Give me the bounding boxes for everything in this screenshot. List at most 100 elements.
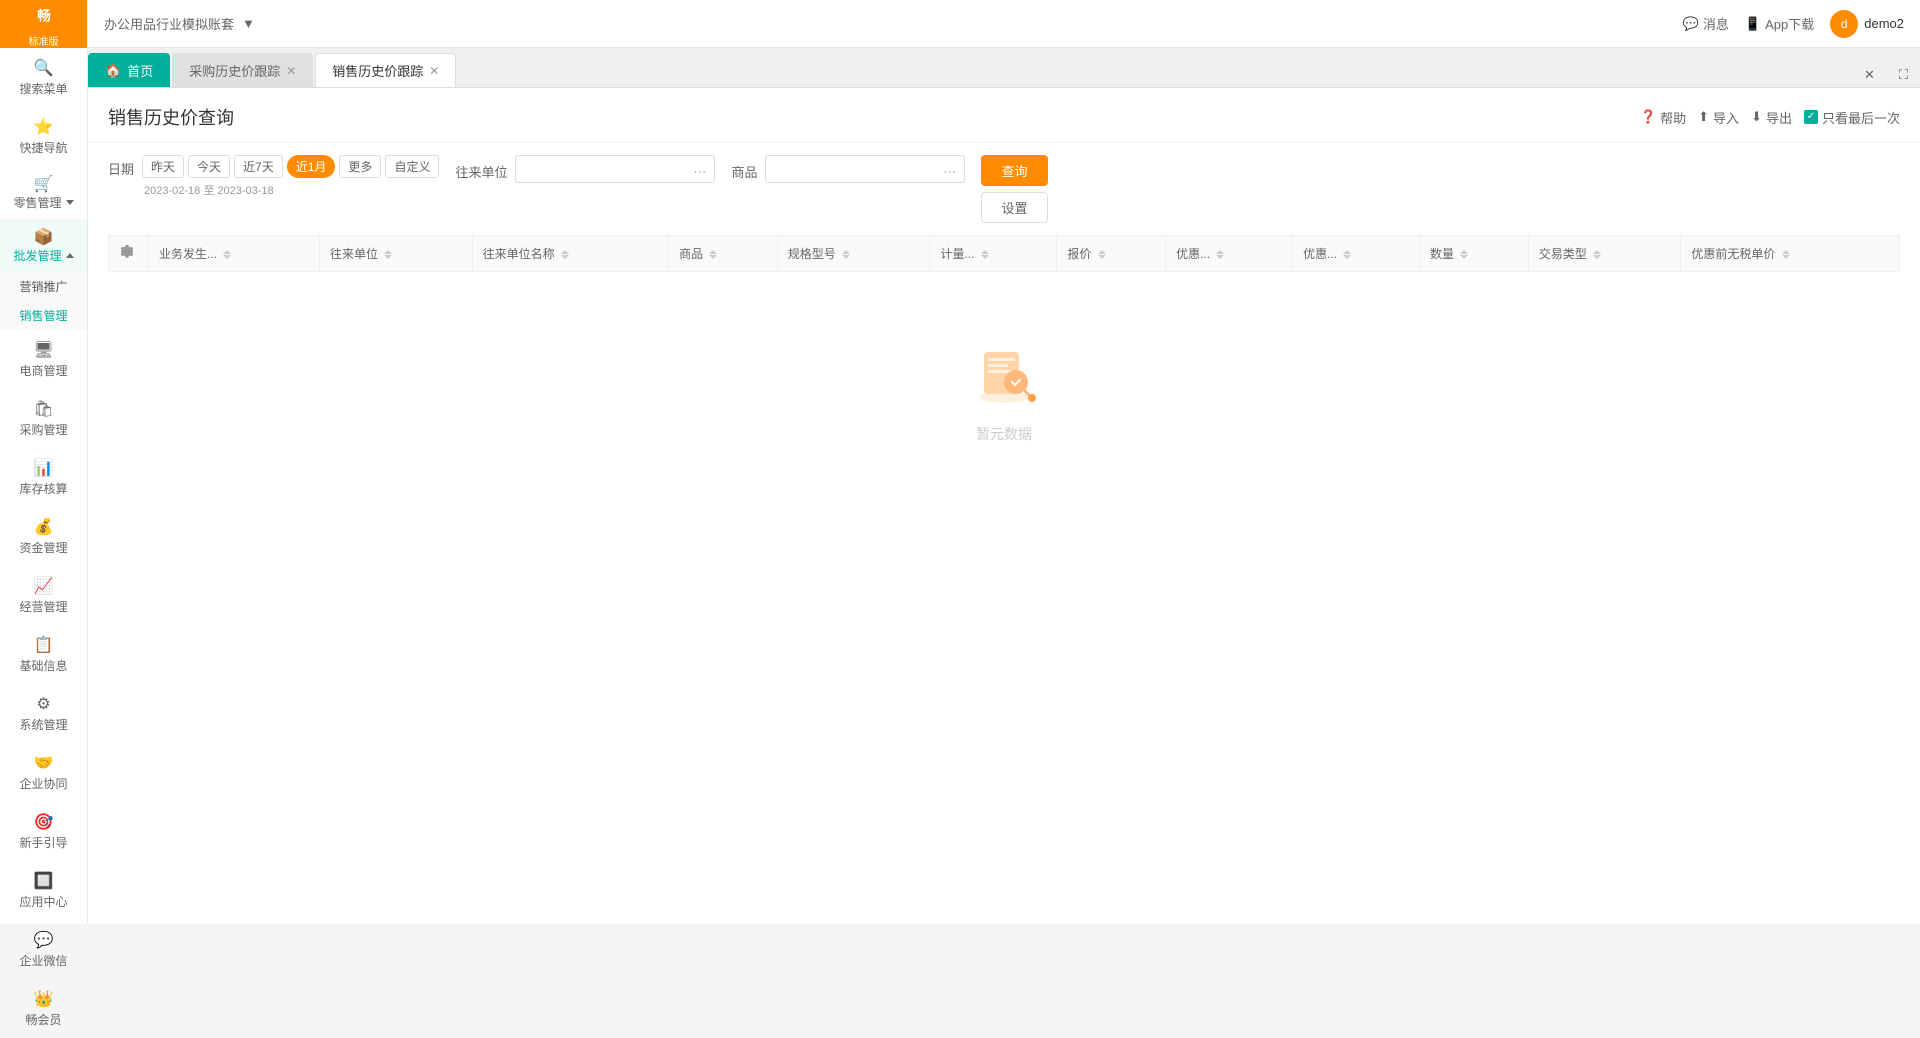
- sort-discount2-icon: [1343, 250, 1351, 259]
- tab-sales-history[interactable]: 销售历史价跟踪 ✕: [315, 53, 456, 87]
- filter-btn-group: 查询 设置: [981, 155, 1047, 223]
- sidebar-item-sales-mgmt[interactable]: 销售管理: [0, 301, 87, 330]
- sidebar-operations-label: 经营管理: [4, 598, 83, 615]
- page-title: 销售历史价查询: [108, 104, 234, 130]
- avatar-initial: d: [1841, 17, 1848, 31]
- sidebar-item-operations[interactable]: 📈 经营管理: [0, 566, 87, 625]
- sidebar-item-ecommerce[interactable]: 🖥 电商管理: [0, 330, 87, 389]
- tab-home[interactable]: 🏠 首页: [88, 53, 170, 87]
- date-btn-last7[interactable]: 近7天: [234, 155, 283, 178]
- product-filter-group: 商品 ...: [731, 155, 965, 183]
- tab-purchase-label: 采购历史价跟踪: [189, 61, 280, 80]
- import-icon: ⬆: [1698, 109, 1709, 125]
- app-download-btn[interactable]: 📱 App下载: [1745, 14, 1814, 33]
- column-discount1[interactable]: 优惠...: [1166, 236, 1293, 272]
- sidebar-member-label: 畅会员: [4, 1011, 83, 1028]
- user-menu[interactable]: d demo2: [1830, 10, 1904, 38]
- table-header: 业务发生... 往来单位 往来单位名称 商品: [109, 236, 1900, 272]
- maximize-btn[interactable]: ⛶: [1887, 67, 1920, 87]
- home-icon: 🏠: [105, 63, 121, 79]
- tab-sales-close-icon[interactable]: ✕: [429, 64, 439, 78]
- date-btn-today[interactable]: 今天: [188, 155, 230, 178]
- header-dropdown-btn[interactable]: ▼: [242, 16, 255, 31]
- sidebar-item-wholesale[interactable]: 📦 批发管理: [0, 219, 87, 272]
- column-pretax-price[interactable]: 优惠前无税单价: [1681, 236, 1900, 272]
- message-icon: 💬: [1683, 16, 1699, 32]
- export-label: 导出: [1766, 108, 1792, 127]
- column-settings[interactable]: [109, 236, 149, 272]
- sort-pretax-price-icon: [1782, 250, 1790, 259]
- sidebar-inventory-label: 库存核算: [4, 480, 83, 497]
- sort-trade-type-icon: [1593, 250, 1601, 259]
- export-btn[interactable]: ⬇ 导出: [1751, 108, 1792, 127]
- sidebar-purchase-label: 采购管理: [4, 421, 83, 438]
- sort-unit-code-icon: [384, 250, 392, 259]
- page-title-bar: 销售历史价查询 ❓ 帮助 ⬆ 导入 ⬇ 导出 ✓ 只: [88, 88, 1920, 143]
- sort-quoted-price-icon: [1098, 250, 1106, 259]
- column-quantity[interactable]: 数量: [1420, 236, 1529, 272]
- date-btn-yesterday[interactable]: 昨天: [142, 155, 184, 178]
- only-last-toggle[interactable]: ✓ 只看最后一次: [1804, 108, 1900, 127]
- column-spec[interactable]: 规格型号: [777, 236, 930, 272]
- sidebar-item-retail[interactable]: 🛒 零售管理: [0, 166, 87, 219]
- tab-purchase-history[interactable]: 采购历史价跟踪 ✕: [172, 53, 313, 87]
- sidebar-finance-label: 资金管理: [4, 539, 83, 556]
- sidebar-item-member[interactable]: 👑 畅会员: [0, 979, 87, 1038]
- app-download-label: App下载: [1765, 14, 1814, 33]
- sidebar-search-label: 搜索菜单: [4, 80, 83, 97]
- sidebar-item-inventory[interactable]: 📊 库存核算: [0, 448, 87, 507]
- sidebar-system-label: 系统管理: [4, 716, 83, 733]
- wholesale-arrow-icon: [66, 253, 74, 258]
- column-date-label: 业务发生...: [159, 247, 217, 261]
- column-unit-measure[interactable]: 计量...: [930, 236, 1057, 272]
- column-unit-code[interactable]: 往来单位: [319, 236, 472, 272]
- column-product[interactable]: 商品: [669, 236, 778, 272]
- column-pretax-price-label: 优惠前无税单价: [1691, 247, 1775, 261]
- date-buttons: 昨天 今天 近7天 近1月 更多 自定义: [142, 155, 439, 178]
- column-discount2[interactable]: 优惠...: [1293, 236, 1420, 272]
- column-quoted-price[interactable]: 报价: [1057, 236, 1166, 272]
- sidebar-item-system[interactable]: ⚙ 系统管理: [0, 684, 87, 743]
- sidebar-item-basic-info[interactable]: 📋 基础信息: [0, 625, 87, 684]
- column-unit-measure-label: 计量...: [940, 247, 974, 261]
- date-btn-custom[interactable]: 自定义: [385, 155, 439, 178]
- query-button[interactable]: 查询: [981, 155, 1047, 186]
- sidebar-item-quick-nav[interactable]: ⭐ 快捷导航: [0, 107, 87, 166]
- close-icon: ✕: [1864, 67, 1875, 83]
- empty-icon: [964, 332, 1044, 412]
- sidebar-newcomer-label: 新手引导: [4, 834, 83, 851]
- import-btn[interactable]: ⬆ 导入: [1698, 108, 1739, 127]
- message-btn[interactable]: 💬 消息: [1683, 14, 1729, 33]
- column-quoted-price-label: 报价: [1067, 247, 1091, 261]
- sidebar-item-apps[interactable]: 🔲 应用中心: [0, 861, 87, 920]
- sidebar-item-wechat[interactable]: 💬 企业微信: [0, 920, 87, 979]
- column-gear-icon: [119, 244, 135, 260]
- customer-input[interactable]: ...: [515, 155, 715, 183]
- sidebar-item-newcomer[interactable]: 🎯 新手引导: [0, 802, 87, 861]
- page-actions: ❓ 帮助 ⬆ 导入 ⬇ 导出 ✓ 只看最后一次: [1640, 108, 1900, 127]
- column-date[interactable]: 业务发生...: [149, 236, 320, 272]
- product-input[interactable]: ...: [765, 155, 965, 183]
- sidebar-item-marketing[interactable]: 营销推广: [0, 272, 87, 301]
- sidebar-item-enterprise[interactable]: 🤝 企业协同: [0, 743, 87, 802]
- tab-purchase-close-icon[interactable]: ✕: [286, 64, 296, 78]
- column-unit-name[interactable]: 往来单位名称: [472, 236, 669, 272]
- column-unit-code-label: 往来单位: [330, 247, 378, 261]
- sidebar-quick-nav-label: 快捷导航: [4, 139, 83, 156]
- page-content: 销售历史价查询 ❓ 帮助 ⬆ 导入 ⬇ 导出 ✓ 只: [88, 88, 1920, 924]
- sidebar-ecommerce-label: 电商管理: [4, 362, 83, 379]
- close-tab-btn[interactable]: ✕: [1852, 67, 1887, 87]
- date-btn-last1m[interactable]: 近1月: [287, 155, 336, 178]
- sidebar-item-purchase[interactable]: 🛍 采购管理: [0, 389, 87, 448]
- sort-product-icon: [709, 250, 717, 259]
- column-trade-type[interactable]: 交易类型: [1528, 236, 1681, 272]
- date-btn-more[interactable]: 更多: [339, 155, 381, 178]
- app-logo[interactable]: 畅 标准版: [0, 0, 87, 48]
- data-table: 业务发生... 往来单位 往来单位名称 商品: [108, 235, 1900, 272]
- sidebar-enterprise-label: 企业协同: [4, 775, 83, 792]
- sidebar-item-finance[interactable]: 💰 资金管理: [0, 507, 87, 566]
- sort-discount1-icon: [1216, 250, 1224, 259]
- help-btn[interactable]: ❓ 帮助: [1640, 108, 1686, 127]
- settings-button[interactable]: 设置: [981, 192, 1047, 223]
- sidebar-item-search[interactable]: 🔍 搜索菜单: [0, 48, 87, 107]
